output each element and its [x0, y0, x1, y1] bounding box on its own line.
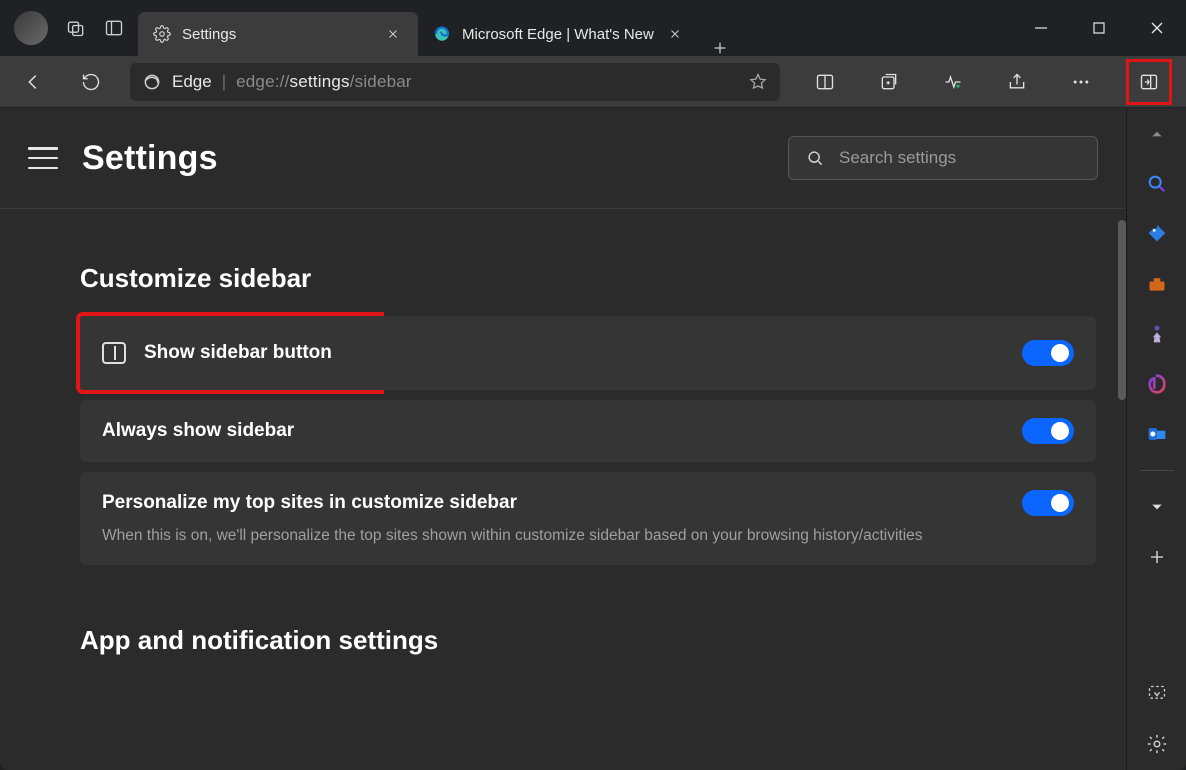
- sidebar-panel-icon: [102, 342, 126, 364]
- sidebar-shopping-tag-icon[interactable]: [1139, 216, 1175, 252]
- sidebar-search-icon[interactable]: [1139, 166, 1175, 202]
- settings-search[interactable]: [788, 136, 1098, 180]
- collections-icon[interactable]: [870, 63, 908, 101]
- favorite-star-icon[interactable]: [748, 72, 768, 92]
- sidebar-settings-gear-icon[interactable]: [1139, 726, 1175, 762]
- omnibox-token: Edge: [172, 72, 212, 92]
- tab-label: Settings: [182, 26, 236, 43]
- body-split: Settings Customize sidebar: [0, 108, 1186, 770]
- split-screen-icon[interactable]: [806, 63, 844, 101]
- tab-label: Microsoft Edge | What's New: [462, 26, 654, 43]
- share-icon[interactable]: [998, 63, 1036, 101]
- edge-icon: [432, 24, 452, 44]
- minimize-button[interactable]: [1012, 8, 1070, 48]
- sidebar-screenshot-icon[interactable]: [1139, 676, 1175, 712]
- workspaces-icon[interactable]: [66, 18, 86, 38]
- sidebar-toggle-highlight: [1126, 59, 1172, 105]
- sidebar-outlook-icon[interactable]: [1139, 416, 1175, 452]
- section-customize-sidebar: Customize sidebar: [80, 263, 1096, 294]
- settings-page: Settings Customize sidebar: [0, 108, 1126, 770]
- tab-close-button[interactable]: [382, 23, 404, 45]
- performance-icon[interactable]: [934, 63, 972, 101]
- page-title: Settings: [82, 139, 218, 178]
- sidebar-games-icon[interactable]: [1139, 316, 1175, 352]
- edge-logo-icon: [142, 72, 162, 92]
- setting-description: When this is on, we'll personalize the t…: [102, 524, 1074, 547]
- sidebar-toggle-button[interactable]: [1130, 63, 1168, 101]
- close-window-button[interactable]: [1128, 8, 1186, 48]
- setting-label: Always show sidebar: [102, 420, 294, 442]
- toggle-show-sidebar-button[interactable]: [1022, 340, 1074, 366]
- omnibox[interactable]: Edge | edge://settings/sidebar: [130, 63, 780, 101]
- omnibox-separator: |: [222, 72, 226, 92]
- setting-always-show-sidebar[interactable]: Always show sidebar: [80, 400, 1096, 462]
- new-tab-button[interactable]: [700, 40, 740, 56]
- tab-settings[interactable]: Settings: [138, 12, 418, 56]
- tab-whatsnew[interactable]: Microsoft Edge | What's New: [418, 12, 700, 56]
- window-controls: [1012, 0, 1186, 56]
- sidebar-add-icon[interactable]: [1139, 539, 1175, 575]
- toggle-personalize-top-sites[interactable]: [1022, 490, 1074, 516]
- sidebar-expand-icon[interactable]: [1139, 489, 1175, 525]
- scrollbar-thumb[interactable]: [1118, 220, 1126, 400]
- sidebar-office-icon[interactable]: [1139, 366, 1175, 402]
- maximize-button[interactable]: [1070, 8, 1128, 48]
- tab-close-button[interactable]: [664, 23, 686, 45]
- omnibox-url: edge://settings/sidebar: [236, 72, 412, 92]
- refresh-button[interactable]: [72, 63, 110, 101]
- setting-show-sidebar-button[interactable]: Show sidebar button: [80, 316, 380, 390]
- back-button[interactable]: [14, 63, 52, 101]
- sidebar-separator: [1140, 470, 1174, 471]
- tab-actions-icon[interactable]: [104, 18, 124, 38]
- section-app-notification: App and notification settings: [80, 625, 1096, 656]
- sidebar-tools-icon[interactable]: [1139, 266, 1175, 302]
- titlebar: Settings Microsoft Edge | What's New: [0, 0, 1186, 56]
- setting-show-sidebar-button-right: [380, 316, 1096, 390]
- vertical-sidebar: [1126, 108, 1186, 770]
- search-icon: [805, 148, 825, 168]
- profile-avatar[interactable]: [14, 11, 48, 45]
- address-bar: Edge | edge://settings/sidebar: [0, 56, 1186, 108]
- toggle-always-show-sidebar[interactable]: [1022, 418, 1074, 444]
- settings-search-input[interactable]: [839, 148, 1081, 168]
- menu-button[interactable]: [28, 147, 58, 169]
- settings-header: Settings: [0, 108, 1126, 208]
- settings-body: Customize sidebar Show sidebar button: [0, 209, 1126, 770]
- setting-personalize-top-sites[interactable]: Personalize my top sites in customize si…: [80, 472, 1096, 565]
- browser-window: Settings Microsoft Edge | What's New: [0, 0, 1186, 770]
- setting-label: Personalize my top sites in customize si…: [102, 492, 517, 514]
- more-menu-icon[interactable]: [1062, 63, 1100, 101]
- gear-icon: [152, 24, 172, 44]
- sidebar-scroll-up-icon[interactable]: [1139, 116, 1175, 152]
- setting-label: Show sidebar button: [144, 342, 332, 364]
- settings-card-stack: Show sidebar button Always show sidebar: [80, 316, 1096, 565]
- titlebar-left: [0, 0, 138, 56]
- tab-strip: Settings Microsoft Edge | What's New: [138, 0, 1012, 56]
- address-actions: [806, 59, 1172, 105]
